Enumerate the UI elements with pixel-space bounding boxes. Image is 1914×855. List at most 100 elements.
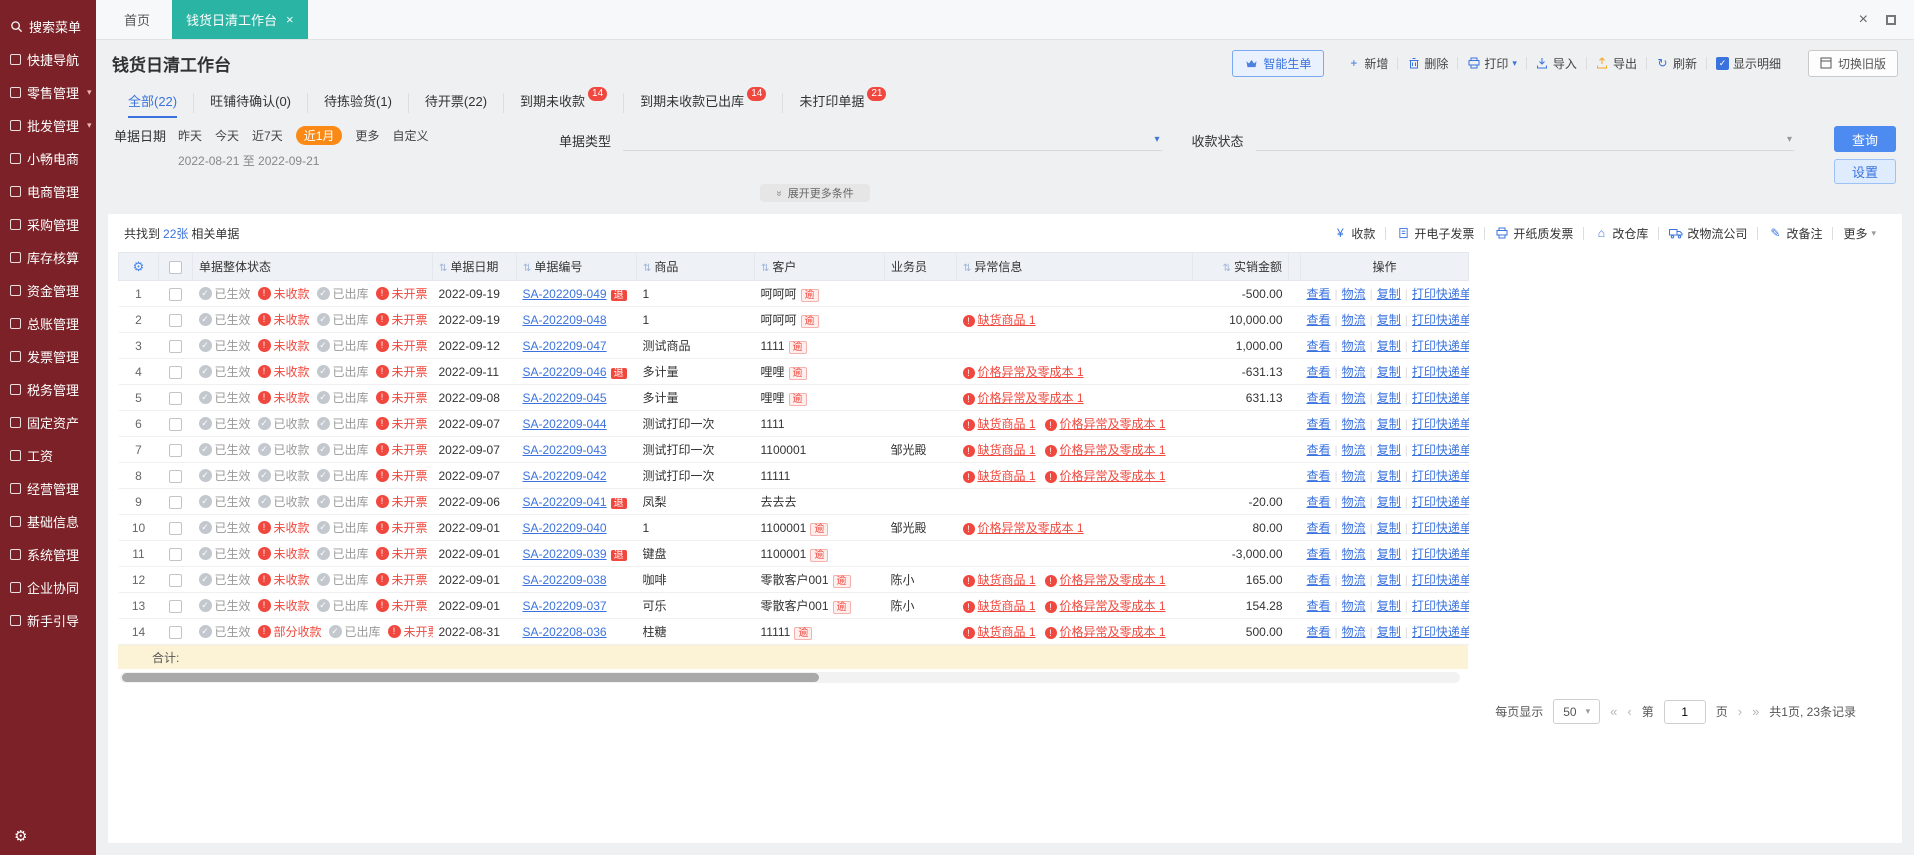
exception-link[interactable]: ! 缺货商品 1 <box>962 469 1036 483</box>
prev-page-button[interactable]: ‹ <box>1627 704 1631 719</box>
table-row[interactable]: 4 ✓ 已生效! 未收款 ✓ 已出库! 未开票 2022-09-11 SA-202209-046… <box>118 358 1469 385</box>
filter-tab-6[interactable]: 未打印单据 21 <box>783 87 902 113</box>
exception-link[interactable]: ! 价格异常及零成本 1 <box>1044 417 1166 431</box>
sort-icon[interactable]: ⇅ <box>963 263 971 274</box>
table-row[interactable]: 6 ✓ 已生效 ✓ 已收款 ✓ 已出库! 未开票 2022-09-07 SA-202209-044… <box>118 410 1469 437</box>
page-number-input[interactable] <box>1663 699 1706 724</box>
sidebar-item-11[interactable]: 税务管理 <box>0 373 96 406</box>
doc-number-link[interactable]: SA-202208-036 <box>523 625 607 639</box>
row-action-logistics[interactable]: 物流 <box>1342 495 1366 509</box>
date-option-4[interactable]: 更多 <box>355 127 379 144</box>
row-checkbox[interactable] <box>169 469 182 483</box>
sidebar-item-6[interactable]: 采购管理 <box>0 208 96 241</box>
scrollbar-thumb[interactable] <box>122 673 819 682</box>
row-action-logistics[interactable]: 物流 <box>1342 599 1366 613</box>
result-count[interactable]: 22张 <box>163 227 188 241</box>
table-row[interactable]: 8 ✓ 已生效 ✓ 已收款 ✓ 已出库! 未开票 2022-09-07 SA-202209-042… <box>118 462 1469 489</box>
row-checkbox[interactable] <box>169 547 182 561</box>
table-row[interactable]: 5 ✓ 已生效! 未收款 ✓ 已出库! 未开票 2022-09-08 SA-202209-045… <box>118 384 1469 411</box>
row-action-logistics[interactable]: 物流 <box>1342 625 1366 639</box>
next-page-button[interactable]: › <box>1738 704 1742 719</box>
print-button[interactable]: 打印 ▾ <box>1458 55 1526 72</box>
fullscreen-icon[interactable] <box>1886 14 1896 25</box>
doc-number-link[interactable]: SA-202209-048 <box>523 313 607 327</box>
doc-number-link[interactable]: SA-202209-049 <box>523 287 607 301</box>
add-button[interactable]: + 新增 <box>1338 55 1397 72</box>
table-row[interactable]: 13 ✓ 已生效! 未收款 ✓ 已出库! 未开票 2022-09-01 SA-202209-03… <box>118 592 1469 619</box>
row-checkbox[interactable] <box>169 313 182 327</box>
row-checkbox[interactable] <box>169 417 182 431</box>
sidebar-item-17[interactable]: 企业协同 <box>0 571 96 604</box>
row-action-copy[interactable]: 复制 <box>1377 443 1401 457</box>
row-action-view[interactable]: 查看 <box>1307 365 1331 379</box>
sidebar-item-14[interactable]: 经营管理 <box>0 472 96 505</box>
row-action-view[interactable]: 查看 <box>1307 625 1331 639</box>
row-action-logistics[interactable]: 物流 <box>1342 339 1366 353</box>
row-action-copy[interactable]: 复制 <box>1377 469 1401 483</box>
tab-0[interactable]: 首页 <box>102 0 172 39</box>
show-detail-button[interactable]: ✓ 显示明细 <box>1707 55 1790 72</box>
row-action-copy[interactable]: 复制 <box>1377 417 1401 431</box>
row-action-print-express[interactable]: 打印快递单 <box>1412 521 1469 535</box>
doc-number-link[interactable]: SA-202209-043 <box>523 443 607 457</box>
exception-link[interactable]: ! 价格异常及零成本 1 <box>962 521 1084 535</box>
sort-icon[interactable]: ⇅ <box>761 263 769 274</box>
sidebar-item-9[interactable]: 总账管理 <box>0 307 96 340</box>
sidebar-item-15[interactable]: 基础信息 <box>0 505 96 538</box>
exception-link[interactable]: ! 缺货商品 1 <box>962 599 1036 613</box>
export-button[interactable]: 导出 <box>1587 55 1646 72</box>
batch-e-invoice-button[interactable]: 开电子发票 <box>1386 225 1484 242</box>
row-action-view[interactable]: 查看 <box>1307 339 1331 353</box>
row-action-view[interactable]: 查看 <box>1307 469 1331 483</box>
exception-link[interactable]: ! 缺货商品 1 <box>962 313 1036 327</box>
row-checkbox[interactable] <box>169 495 182 509</box>
row-action-logistics[interactable]: 物流 <box>1342 365 1366 379</box>
batch-receive-payment-button[interactable]: ¥ 收款 <box>1323 225 1385 242</box>
row-action-copy[interactable]: 复制 <box>1377 365 1401 379</box>
import-button[interactable]: 导入 <box>1527 55 1586 72</box>
date-option-0[interactable]: 昨天 <box>178 127 202 144</box>
row-action-copy[interactable]: 复制 <box>1377 339 1401 353</box>
exception-link[interactable]: ! 价格异常及零成本 1 <box>1044 573 1166 587</box>
row-action-copy[interactable]: 复制 <box>1377 573 1401 587</box>
date-option-3[interactable]: 近1月 <box>295 126 343 145</box>
date-option-5[interactable]: 自定义 <box>392 127 428 144</box>
select-all-checkbox[interactable] <box>169 260 182 274</box>
row-action-copy[interactable]: 复制 <box>1377 547 1401 561</box>
sidebar-item-4[interactable]: 小畅电商 <box>0 142 96 175</box>
row-action-view[interactable]: 查看 <box>1307 391 1331 405</box>
doc-number-link[interactable]: SA-202209-042 <box>523 469 607 483</box>
row-action-print-express[interactable]: 打印快递单 <box>1412 417 1469 431</box>
sidebar-item-10[interactable]: 发票管理 <box>0 340 96 373</box>
row-action-print-express[interactable]: 打印快递单 <box>1412 391 1469 405</box>
doc-number-link[interactable]: SA-202209-045 <box>523 391 607 405</box>
row-action-logistics[interactable]: 物流 <box>1342 521 1366 535</box>
sidebar-item-16[interactable]: 系统管理 <box>0 538 96 571</box>
row-action-copy[interactable]: 复制 <box>1377 287 1401 301</box>
table-row[interactable]: 9 ✓ 已生效 ✓ 已收款 ✓ 已出库! 未开票 2022-09-06 SA-202209-041… <box>118 488 1469 515</box>
sort-icon[interactable]: ⇅ <box>1223 263 1231 274</box>
row-action-logistics[interactable]: 物流 <box>1342 287 1366 301</box>
table-row[interactable]: 14✓已生效!部分收款✓已出库!未开票2022-08-31SA-202208-0… <box>118 618 1469 645</box>
row-action-print-express[interactable]: 打印快递单 <box>1412 339 1469 353</box>
batch-change-warehouse-button[interactable]: ⌂ 改仓库 <box>1584 225 1658 242</box>
tab-active[interactable]: 钱货日清工作台 × <box>172 0 308 39</box>
sidebar-item-8[interactable]: 资金管理 <box>0 274 96 307</box>
row-action-print-express[interactable]: 打印快递单 <box>1412 547 1469 561</box>
row-action-view[interactable]: 查看 <box>1307 443 1331 457</box>
query-button[interactable]: 查询 <box>1834 126 1896 152</box>
batch-change-remark-button[interactable]: ✎ 改备注 <box>1758 225 1832 242</box>
last-page-button[interactable]: » <box>1752 704 1759 719</box>
sidebar-item-0[interactable]: 搜索菜单 <box>0 10 96 43</box>
date-option-2[interactable]: 近7天 <box>252 127 283 144</box>
sidebar-item-18[interactable]: 新手引导 <box>0 604 96 637</box>
sidebar-item-5[interactable]: 电商管理 <box>0 175 96 208</box>
date-option-1[interactable]: 今天 <box>215 127 239 144</box>
smart-generate-button[interactable]: 智能生单 <box>1232 49 1325 77</box>
switch-old-version-button[interactable]: 切换旧版 <box>1807 49 1898 77</box>
row-action-view[interactable]: 查看 <box>1307 417 1331 431</box>
sidebar-item-1[interactable]: 快捷导航 <box>0 43 96 76</box>
expand-more-button[interactable]: » 展开更多条件 <box>760 184 870 202</box>
exception-link[interactable]: ! 价格异常及零成本 1 <box>1044 625 1166 639</box>
row-checkbox[interactable] <box>169 573 182 587</box>
